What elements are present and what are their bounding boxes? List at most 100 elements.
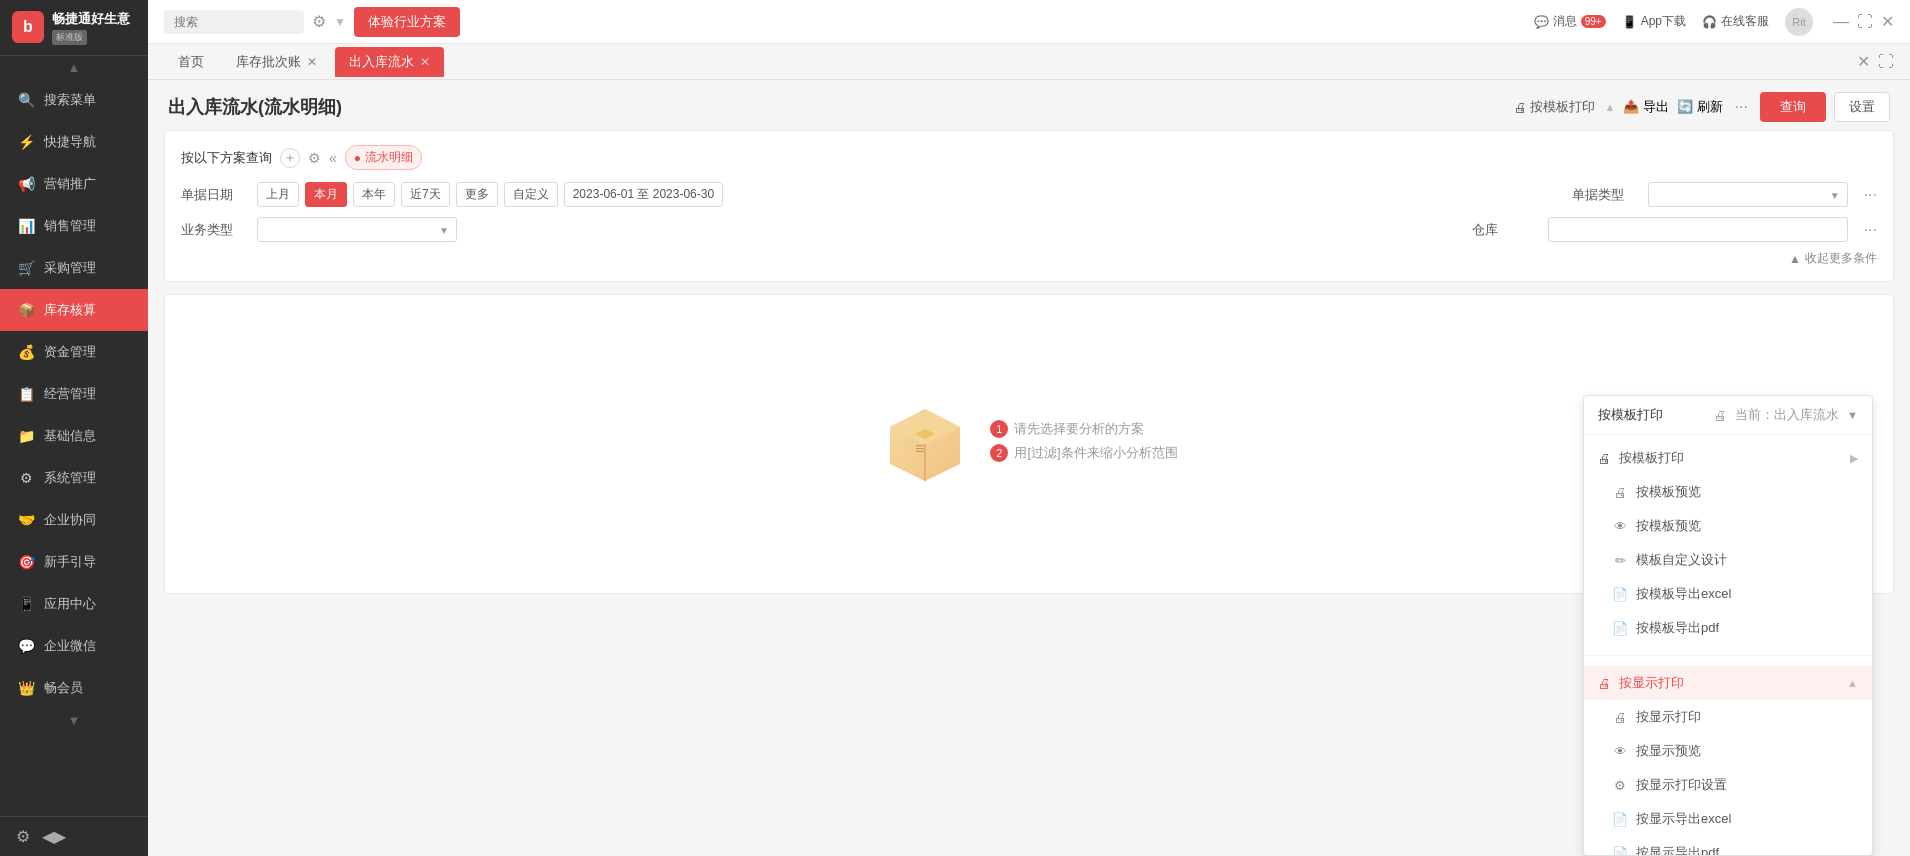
sidebar-scroll-down[interactable]: ▼ bbox=[0, 709, 148, 732]
sidebar-item-sales[interactable]: 📊 销售管理 bbox=[0, 205, 148, 247]
collapse-sidebar-icon[interactable]: ◀▶ bbox=[42, 827, 66, 846]
app-download-btn[interactable]: 📱 App下载 bbox=[1622, 13, 1686, 30]
dropdown-section-display: 🖨 按显示打印 ▲ 🖨 按显示打印 👁 按显示预览 bbox=[1584, 660, 1872, 855]
sidebar-item-corp[interactable]: 🤝 企业协同 bbox=[0, 499, 148, 541]
tab-close-icon[interactable]: ✕ bbox=[1857, 52, 1870, 71]
display-print-item-label: 按显示打印 bbox=[1636, 708, 1701, 726]
sidebar-label-system: 系统管理 bbox=[44, 469, 96, 487]
dropdown-item-display-preview[interactable]: 👁 按显示预览 bbox=[1584, 734, 1872, 768]
close-button[interactable]: ✕ bbox=[1881, 12, 1894, 31]
sidebar-item-app-center[interactable]: 📱 应用中心 bbox=[0, 583, 148, 625]
tab-batch-account[interactable]: 库存批次账 ✕ bbox=[222, 47, 331, 77]
display-pdf-icon: 📄 bbox=[1612, 845, 1628, 855]
date-btn-7days[interactable]: 近7天 bbox=[401, 182, 450, 207]
message-btn[interactable]: 💬 消息 99+ bbox=[1534, 13, 1606, 30]
filter-warehouse-input[interactable] bbox=[1548, 217, 1848, 242]
filter-gear-icon[interactable]: ⚙ bbox=[308, 150, 321, 166]
dropdown-title: 按模板打印 bbox=[1598, 406, 1663, 424]
print-template-chevron[interactable]: ▲ bbox=[1605, 101, 1616, 113]
maximize-button[interactable]: ⛶ bbox=[1857, 13, 1873, 31]
filter-type-more[interactable]: ··· bbox=[1864, 186, 1877, 204]
sidebar-item-wechat[interactable]: 💬 企业微信 bbox=[0, 625, 148, 667]
wechat-icon: 💬 bbox=[16, 636, 36, 656]
refresh-icon: 🔄 bbox=[1677, 99, 1693, 114]
tab-batch-account-close[interactable]: ✕ bbox=[307, 55, 317, 69]
sidebar-item-finance[interactable]: 💰 资金管理 bbox=[0, 331, 148, 373]
display-excel-icon: 📄 bbox=[1612, 811, 1628, 827]
system-icon: ⚙ bbox=[16, 468, 36, 488]
dropdown-section-template: 🖨 按模板打印 ▶ 🖨 按模板预览 👁 按模板预览 bbox=[1584, 435, 1872, 651]
display-section-chevron: ▲ bbox=[1847, 677, 1858, 689]
print-template-btn[interactable]: 🖨 按模板打印 bbox=[1508, 94, 1601, 120]
app-download-label: App下载 bbox=[1641, 13, 1686, 30]
sidebar-item-inventory[interactable]: 📦 库存核算 bbox=[0, 289, 148, 331]
filter-warehouse-more[interactable]: ··· bbox=[1864, 221, 1877, 239]
more-actions-btn[interactable]: ··· bbox=[1731, 98, 1752, 116]
dropdown-item-template-excel[interactable]: 📄 按模板导出excel bbox=[1584, 577, 1872, 611]
sidebar-item-newbie[interactable]: 🎯 新手引导 bbox=[0, 541, 148, 583]
trial-button[interactable]: 体验行业方案 bbox=[354, 7, 460, 37]
date-btn-this-year[interactable]: 本年 bbox=[353, 182, 395, 207]
sidebar-label-corp: 企业协同 bbox=[44, 511, 96, 529]
tab-flow-close[interactable]: ✕ bbox=[420, 55, 430, 69]
dropdown-item-template-custom[interactable]: ✏ 模板自定义设计 bbox=[1584, 543, 1872, 577]
tab-home[interactable]: 首页 bbox=[164, 47, 218, 77]
newbie-icon: 🎯 bbox=[16, 552, 36, 572]
step-1-text: 请先选择要分析的方案 bbox=[1014, 420, 1144, 438]
date-btn-last-month[interactable]: 上月 bbox=[257, 182, 299, 207]
filter-business-select[interactable] bbox=[257, 217, 457, 242]
dropdown-item-template-preview-view[interactable]: 👁 按模板预览 bbox=[1584, 509, 1872, 543]
sidebar-item-member[interactable]: 👑 畅会员 bbox=[0, 667, 148, 709]
user-avatar[interactable]: Rit bbox=[1785, 8, 1813, 36]
filter-collapse-row: ▲ 收起更多条件 bbox=[181, 250, 1877, 267]
sidebar-item-basic[interactable]: 📁 基础信息 bbox=[0, 415, 148, 457]
filter-date-range: 2023-06-01 至 2023-06-30 bbox=[564, 182, 723, 207]
filter-title-text: 按以下方案查询 bbox=[181, 149, 272, 167]
tab-flow[interactable]: 出入库流水 ✕ bbox=[335, 47, 444, 77]
date-btn-custom[interactable]: 自定义 bbox=[504, 182, 558, 207]
phone-icon: 📱 bbox=[1622, 15, 1637, 29]
date-btn-this-month[interactable]: 本月 bbox=[305, 182, 347, 207]
tab-expand-icon[interactable]: ⛶ bbox=[1878, 53, 1894, 71]
service-btn[interactable]: 🎧 在线客服 bbox=[1702, 13, 1769, 30]
sidebar-item-marketing[interactable]: 📢 营销推广 bbox=[0, 163, 148, 205]
template-preview-label: 按模板预览 bbox=[1636, 483, 1701, 501]
tab-window-controls: ✕ ⛶ bbox=[1857, 52, 1894, 71]
sidebar-item-system[interactable]: ⚙ 系统管理 bbox=[0, 457, 148, 499]
headset-icon: 🎧 bbox=[1702, 15, 1717, 29]
search-input[interactable] bbox=[164, 10, 304, 34]
sidebar-item-purchase[interactable]: 🛒 采购管理 bbox=[0, 247, 148, 289]
display-excel-label: 按显示导出excel bbox=[1636, 810, 1731, 828]
dropdown-item-display-excel[interactable]: 📄 按显示导出excel bbox=[1584, 802, 1872, 836]
filter-add-button[interactable]: ＋ bbox=[280, 148, 300, 168]
sidebar-item-operation[interactable]: 📋 经营管理 bbox=[0, 373, 148, 415]
topbar-dropdown-arrow[interactable]: ▼ bbox=[334, 15, 346, 29]
sidebar-item-search[interactable]: 🔍 搜索菜单 bbox=[0, 79, 148, 121]
dropdown-chevron-down[interactable]: ▼ bbox=[1847, 409, 1858, 421]
edit-icon: ✏ bbox=[1612, 552, 1628, 568]
filter-collapse-icon[interactable]: « bbox=[329, 150, 337, 166]
settings-bottom-icon[interactable]: ⚙ bbox=[16, 827, 30, 846]
sidebar-scroll-up[interactable]: ▲ bbox=[0, 56, 148, 79]
dropdown-item-display-print[interactable]: 🖨 按显示打印 bbox=[1584, 700, 1872, 734]
settings-button[interactable]: 设置 bbox=[1834, 92, 1890, 122]
dropdown-item-display-pdf[interactable]: 📄 按显示导出pdf bbox=[1584, 836, 1872, 855]
date-btn-more[interactable]: 更多 bbox=[456, 182, 498, 207]
filter-type-select[interactable] bbox=[1648, 182, 1848, 207]
current-template-label: 当前：出入库流水 bbox=[1735, 406, 1839, 424]
refresh-btn[interactable]: 🔄 刷新 bbox=[1677, 98, 1723, 116]
filter-type-label: 单据类型 bbox=[1572, 186, 1632, 204]
dropdown-item-template-pdf[interactable]: 📄 按模板导出pdf bbox=[1584, 611, 1872, 645]
display-print-section-header[interactable]: 🖨 按显示打印 ▲ bbox=[1584, 666, 1872, 700]
tab-flow-label: 出入库流水 bbox=[349, 53, 414, 71]
sidebar-item-quick-nav[interactable]: ⚡ 快捷导航 bbox=[0, 121, 148, 163]
collapse-more-btn[interactable]: ▲ 收起更多条件 bbox=[1789, 250, 1877, 267]
template-print-section-header[interactable]: 🖨 按模板打印 ▶ bbox=[1584, 441, 1872, 475]
query-button[interactable]: 查询 bbox=[1760, 92, 1826, 122]
page-title: 出入库流水(流水明细) bbox=[168, 95, 342, 119]
dropdown-item-display-settings[interactable]: ⚙ 按显示打印设置 bbox=[1584, 768, 1872, 802]
minimize-button[interactable]: — bbox=[1833, 13, 1849, 31]
export-btn[interactable]: 📤 导出 bbox=[1623, 98, 1669, 116]
topbar-gear-icon[interactable]: ⚙ bbox=[312, 12, 326, 31]
dropdown-item-template-preview[interactable]: 🖨 按模板预览 bbox=[1584, 475, 1872, 509]
